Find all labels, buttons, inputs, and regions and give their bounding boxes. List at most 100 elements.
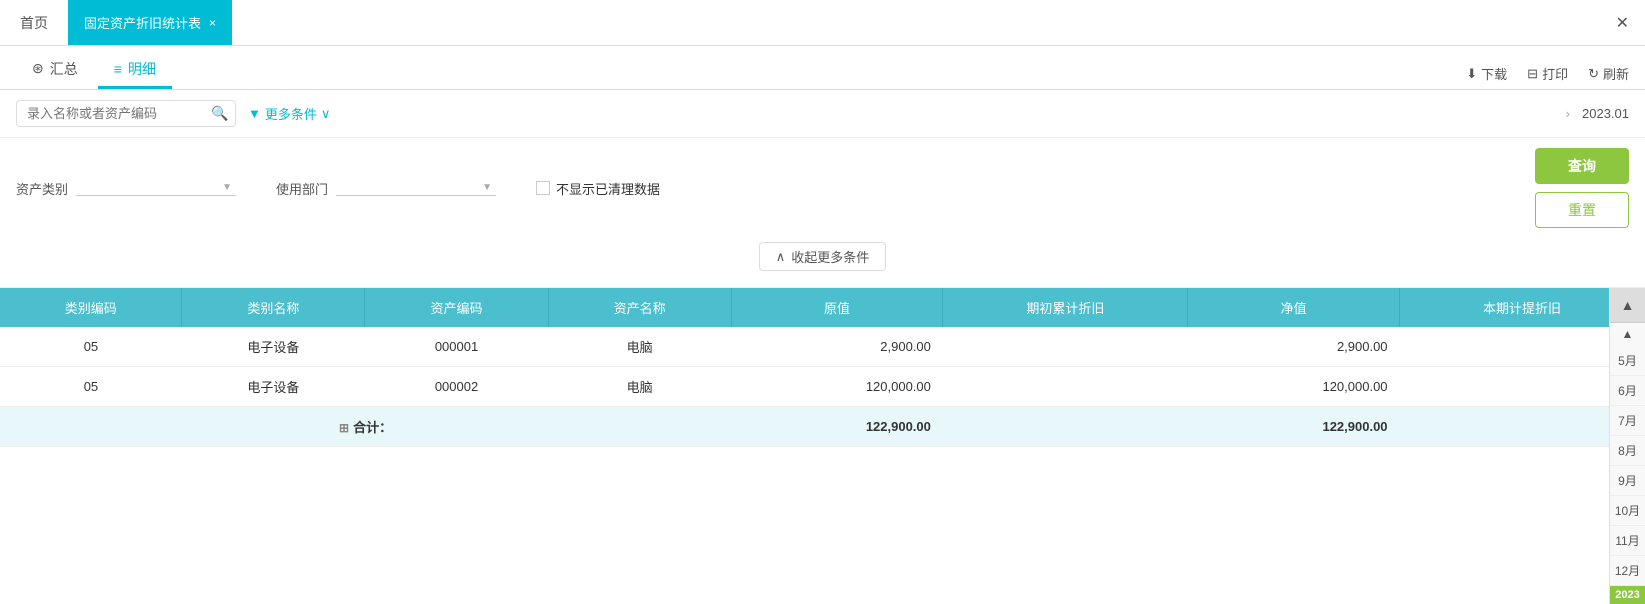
total-row: ⊞合计： 122,900.00 122,900.00 <box>0 407 1645 447</box>
filter-area: 资产类别 ▼ 使用部门 ▼ 不显示已清理数据 查询 重置 ∧ 收起更多条件 <box>0 138 1645 288</box>
total-current <box>1400 407 1645 447</box>
tab-summary[interactable]: ⊛ 汇总 <box>16 51 94 89</box>
cell-category: 电子设备 <box>182 327 365 367</box>
tab-detail[interactable]: ≡ 明细 <box>98 51 172 89</box>
refresh-button[interactable]: ↻ 刷新 <box>1588 64 1629 83</box>
table-row: 05 电子设备 000001 电脑 2,900.00 2,900.00 <box>0 327 1645 367</box>
filter-chevron: ∨ <box>321 106 331 122</box>
filter-icon: ▼ <box>248 106 261 121</box>
total-original: 122,900.00 <box>731 407 943 447</box>
collapse-icon: ∧ <box>776 249 786 265</box>
col-original: 原值 <box>731 288 943 327</box>
toolbar-right: ⬇ 下载 ⊟ 打印 ↻ 刷新 <box>1466 64 1629 89</box>
cell-accum <box>943 327 1188 367</box>
print-button[interactable]: ⊟ 打印 <box>1527 64 1568 83</box>
collapse-button[interactable]: ∧ 收起更多条件 <box>759 242 887 271</box>
expand-arrow[interactable]: › <box>1566 106 1570 121</box>
download-label: 下载 <box>1481 64 1507 83</box>
cell-code: 05 <box>0 327 182 367</box>
department-select[interactable]: ▼ <box>336 180 496 196</box>
search-input[interactable] <box>27 106 203 121</box>
summary-icon: ⊛ <box>32 60 44 77</box>
refresh-icon: ↻ <box>1588 66 1599 82</box>
right-sidebar: ▲ ▲ 5月 6月 7月 8月 9月 10月 11月 12月 2023 <box>1609 288 1645 604</box>
main-content: 类别编码 类别名称 资产编码 资产名称 原值 期初累计折旧 净值 本期计提折旧 … <box>0 288 1645 604</box>
search-icon: 🔍 <box>211 105 228 122</box>
filter-label: 更多条件 <box>265 104 317 123</box>
year-badge: 2023 <box>1610 586 1645 604</box>
home-nav[interactable]: 首页 <box>0 0 68 45</box>
month-11[interactable]: 11月 <box>1610 526 1645 556</box>
tab-detail-label: 明细 <box>128 59 156 79</box>
table-wrap: 类别编码 类别名称 资产编码 资产名称 原值 期初累计折旧 净值 本期计提折旧 … <box>0 288 1645 604</box>
month-7[interactable]: 7月 <box>1610 406 1645 436</box>
col-asset-code: 资产编码 <box>365 288 548 327</box>
tab-close-icon[interactable]: × <box>209 16 216 30</box>
sub-tab-bar: ⊛ 汇总 ≡ 明细 ⬇ 下载 ⊟ 打印 ↻ 刷新 <box>0 46 1645 90</box>
download-button[interactable]: ⬇ 下载 <box>1466 64 1507 83</box>
search-input-wrap: 🔍 <box>16 100 236 127</box>
detail-icon: ≡ <box>114 61 122 77</box>
sidebar-up-arrow[interactable]: ▲ <box>1610 288 1645 323</box>
month-10[interactable]: 10月 <box>1610 496 1645 526</box>
filter-buttons: 查询 重置 <box>1535 148 1629 228</box>
category-label: 资产类别 <box>16 179 68 198</box>
total-net: 122,900.00 <box>1188 407 1400 447</box>
table-header-row: 类别编码 类别名称 资产编码 资产名称 原值 期初累计折旧 净值 本期计提折旧 <box>0 288 1645 327</box>
department-label: 使用部门 <box>276 179 328 198</box>
window-close-button[interactable]: ✕ <box>1616 13 1629 33</box>
scroll-up[interactable]: ▲ <box>1610 323 1645 346</box>
home-label: 首页 <box>20 13 48 33</box>
collapse-row: ∧ 收起更多条件 <box>16 236 1629 277</box>
cell-asset-code: 000002 <box>365 367 548 407</box>
cell-current <box>1400 367 1645 407</box>
table-row: 05 电子设备 000002 电脑 120,000.00 120,000.00 <box>0 367 1645 407</box>
active-tab[interactable]: 固定资产折旧统计表 × <box>68 0 232 45</box>
search-bar: 🔍 ▼ 更多条件 ∨ › 2023.01 <box>0 90 1645 138</box>
col-current-depreciation: 本期计提折旧 <box>1400 288 1645 327</box>
col-asset-name: 资产名称 <box>548 288 731 327</box>
cell-net: 2,900.00 <box>1188 327 1400 367</box>
cell-original: 2,900.00 <box>731 327 943 367</box>
data-table: 类别编码 类别名称 资产编码 资产名称 原值 期初累计折旧 净值 本期计提折旧 … <box>0 288 1645 447</box>
filter-row-1: 资产类别 ▼ 使用部门 ▼ 不显示已清理数据 查询 重置 <box>16 148 1629 228</box>
cell-current <box>1400 327 1645 367</box>
print-label: 打印 <box>1542 64 1568 83</box>
department-arrow: ▼ <box>482 182 492 193</box>
month-6[interactable]: 6月 <box>1610 376 1645 406</box>
cell-accum <box>943 367 1188 407</box>
hide-cleared-checkbox[interactable] <box>536 181 550 195</box>
month-5[interactable]: 5月 <box>1610 346 1645 376</box>
month-12[interactable]: 12月 <box>1610 556 1645 586</box>
download-icon: ⬇ <box>1466 66 1477 82</box>
cell-asset-name: 电脑 <box>548 327 731 367</box>
department-filter: 使用部门 ▼ <box>276 179 496 198</box>
col-category-code: 类别编码 <box>0 288 182 327</box>
category-arrow: ▼ <box>222 182 232 193</box>
col-net-value: 净值 <box>1188 288 1400 327</box>
hide-cleared-label: 不显示已清理数据 <box>556 179 660 198</box>
collapse-label: 收起更多条件 <box>791 247 869 266</box>
refresh-label: 刷新 <box>1603 64 1629 83</box>
month-8[interactable]: 8月 <box>1610 436 1645 466</box>
cell-asset-code: 000001 <box>365 327 548 367</box>
tab-summary-label: 汇总 <box>50 59 78 79</box>
more-filters-button[interactable]: ▼ 更多条件 ∨ <box>248 104 330 123</box>
hide-cleared-field: 不显示已清理数据 <box>536 179 660 198</box>
month-9[interactable]: 9月 <box>1610 466 1645 496</box>
total-accum <box>943 407 1188 447</box>
cell-asset-name: 电脑 <box>548 367 731 407</box>
reset-button[interactable]: 重置 <box>1535 192 1629 228</box>
query-button[interactable]: 查询 <box>1535 148 1629 184</box>
total-label: ⊞合计： <box>0 407 731 447</box>
category-filter: 资产类别 ▼ <box>16 179 236 198</box>
category-select[interactable]: ▼ <box>76 180 236 196</box>
cell-net: 120,000.00 <box>1188 367 1400 407</box>
cell-code: 05 <box>0 367 182 407</box>
print-icon: ⊟ <box>1527 66 1538 82</box>
active-tab-label: 固定资产折旧统计表 <box>84 13 201 32</box>
right-arrow-icon: › <box>1566 106 1570 121</box>
date-label: 2023.01 <box>1582 106 1629 121</box>
col-category-name: 类别名称 <box>182 288 365 327</box>
content-area: 类别编码 类别名称 资产编码 资产名称 原值 期初累计折旧 净值 本期计提折旧 … <box>0 288 1645 604</box>
